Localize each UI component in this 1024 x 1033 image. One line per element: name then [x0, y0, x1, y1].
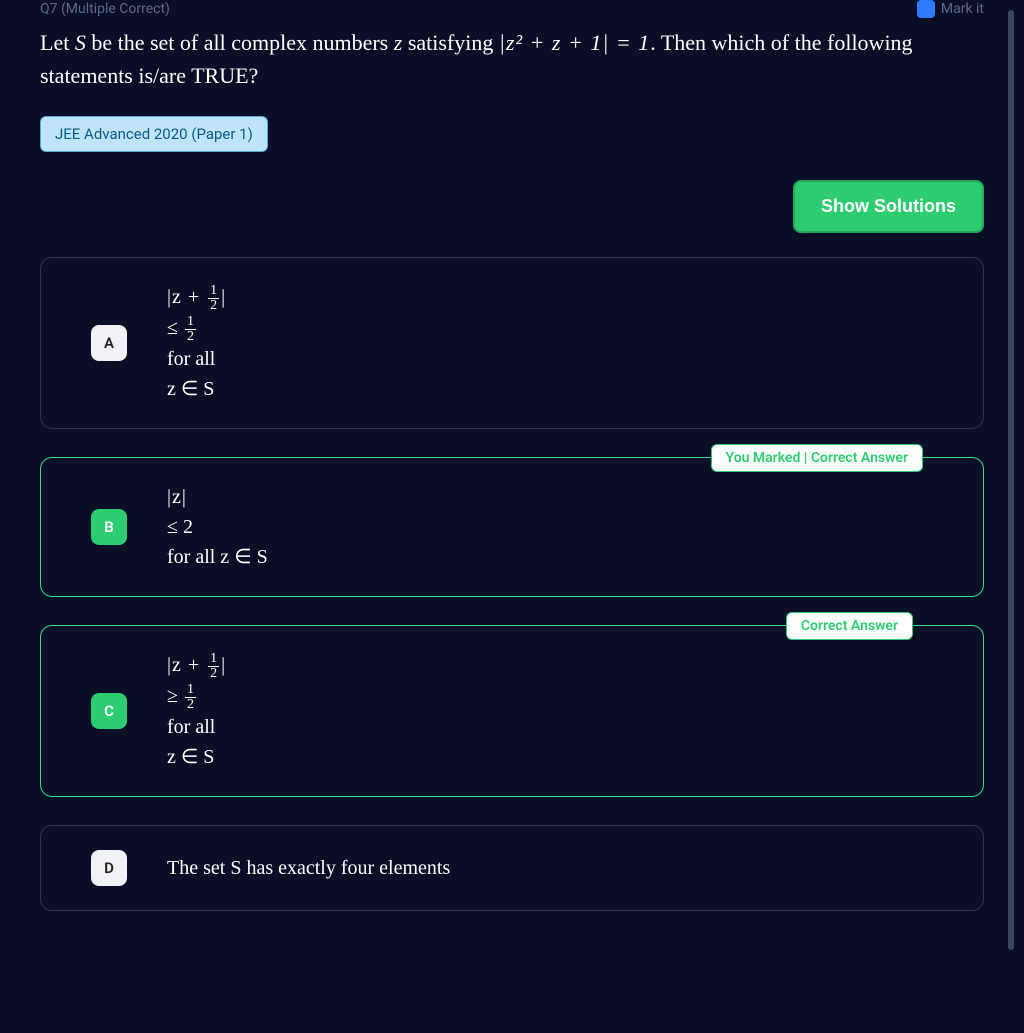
- frac-num: 1: [208, 652, 219, 667]
- frac-num: 1: [185, 683, 196, 698]
- badge-correct: Correct Answer: [786, 612, 913, 640]
- opt-text: z ∈ S: [167, 742, 226, 772]
- scrollbar[interactable]: [1008, 10, 1014, 970]
- solutions-row: Show Solutions: [40, 180, 984, 233]
- question-container: Q7 (Multiple Correct) Mark it Let S be t…: [0, 0, 1024, 1033]
- opt-text: |z +: [167, 286, 206, 308]
- opt-text: The set: [167, 857, 230, 879]
- q-text-part: be the set of all complex numbers: [86, 30, 394, 55]
- option-B[interactable]: You Marked | Correct Answer B |z| ≤ 2 fo…: [40, 457, 984, 597]
- question-number-label: Q7 (Multiple Correct): [40, 1, 170, 17]
- mark-it-label: Mark it: [941, 1, 984, 17]
- show-solutions-button[interactable]: Show Solutions: [793, 180, 984, 233]
- option-A[interactable]: A |z + 12| ≤ 12 for all z ∈ S: [40, 257, 984, 429]
- frac-num: 1: [208, 284, 219, 299]
- q-text-part: Let: [40, 30, 75, 55]
- bookmark-icon: [917, 0, 935, 18]
- opt-var: S: [230, 857, 241, 879]
- opt-text: |: [221, 286, 226, 308]
- option-letter-D: D: [91, 850, 127, 886]
- opt-text: ≤ 2: [167, 512, 268, 542]
- option-C[interactable]: Correct Answer C |z + 12| ≥ 12 for all z…: [40, 625, 984, 797]
- q-text-part: satisfying: [402, 30, 499, 55]
- frac-den: 2: [185, 698, 196, 712]
- opt-text: |z +: [167, 654, 206, 676]
- opt-text: for all z ∈ S: [167, 542, 268, 572]
- option-D[interactable]: D The set S has exactly four elements: [40, 825, 984, 911]
- opt-text: |: [221, 654, 226, 676]
- option-letter-A: A: [91, 325, 127, 361]
- exam-tag[interactable]: JEE Advanced 2020 (Paper 1): [40, 116, 268, 152]
- question-text: Let S be the set of all complex numbers …: [40, 26, 984, 92]
- option-body-A: |z + 12| ≤ 12 for all z ∈ S: [167, 282, 226, 404]
- frac-den: 2: [208, 299, 219, 313]
- option-body-B: |z| ≤ 2 for all z ∈ S: [167, 482, 268, 572]
- opt-text: z ∈ S: [167, 374, 226, 404]
- opt-text: for all: [167, 344, 226, 374]
- q-var-S: S: [75, 30, 86, 55]
- opt-text: |z|: [167, 482, 268, 512]
- opt-text: ≤: [167, 317, 183, 339]
- option-body-C: |z + 12| ≥ 12 for all z ∈ S: [167, 650, 226, 772]
- opt-text: ≥: [167, 685, 183, 707]
- badge-you-marked-correct: You Marked | Correct Answer: [711, 444, 923, 472]
- question-header: Q7 (Multiple Correct) Mark it: [40, 0, 984, 18]
- frac-num: 1: [185, 315, 196, 330]
- q-modulus: |z² + z + 1| = 1: [499, 30, 650, 55]
- mark-it-control[interactable]: Mark it: [917, 0, 984, 18]
- opt-text: for all: [167, 712, 226, 742]
- option-body-D: The set S has exactly four elements: [167, 853, 450, 883]
- option-letter-B: B: [91, 509, 127, 545]
- opt-text: has exactly four elements: [241, 857, 450, 879]
- frac-den: 2: [185, 330, 196, 344]
- frac-den: 2: [208, 667, 219, 681]
- option-letter-C: C: [91, 693, 127, 729]
- scrollbar-thumb[interactable]: [1008, 10, 1014, 950]
